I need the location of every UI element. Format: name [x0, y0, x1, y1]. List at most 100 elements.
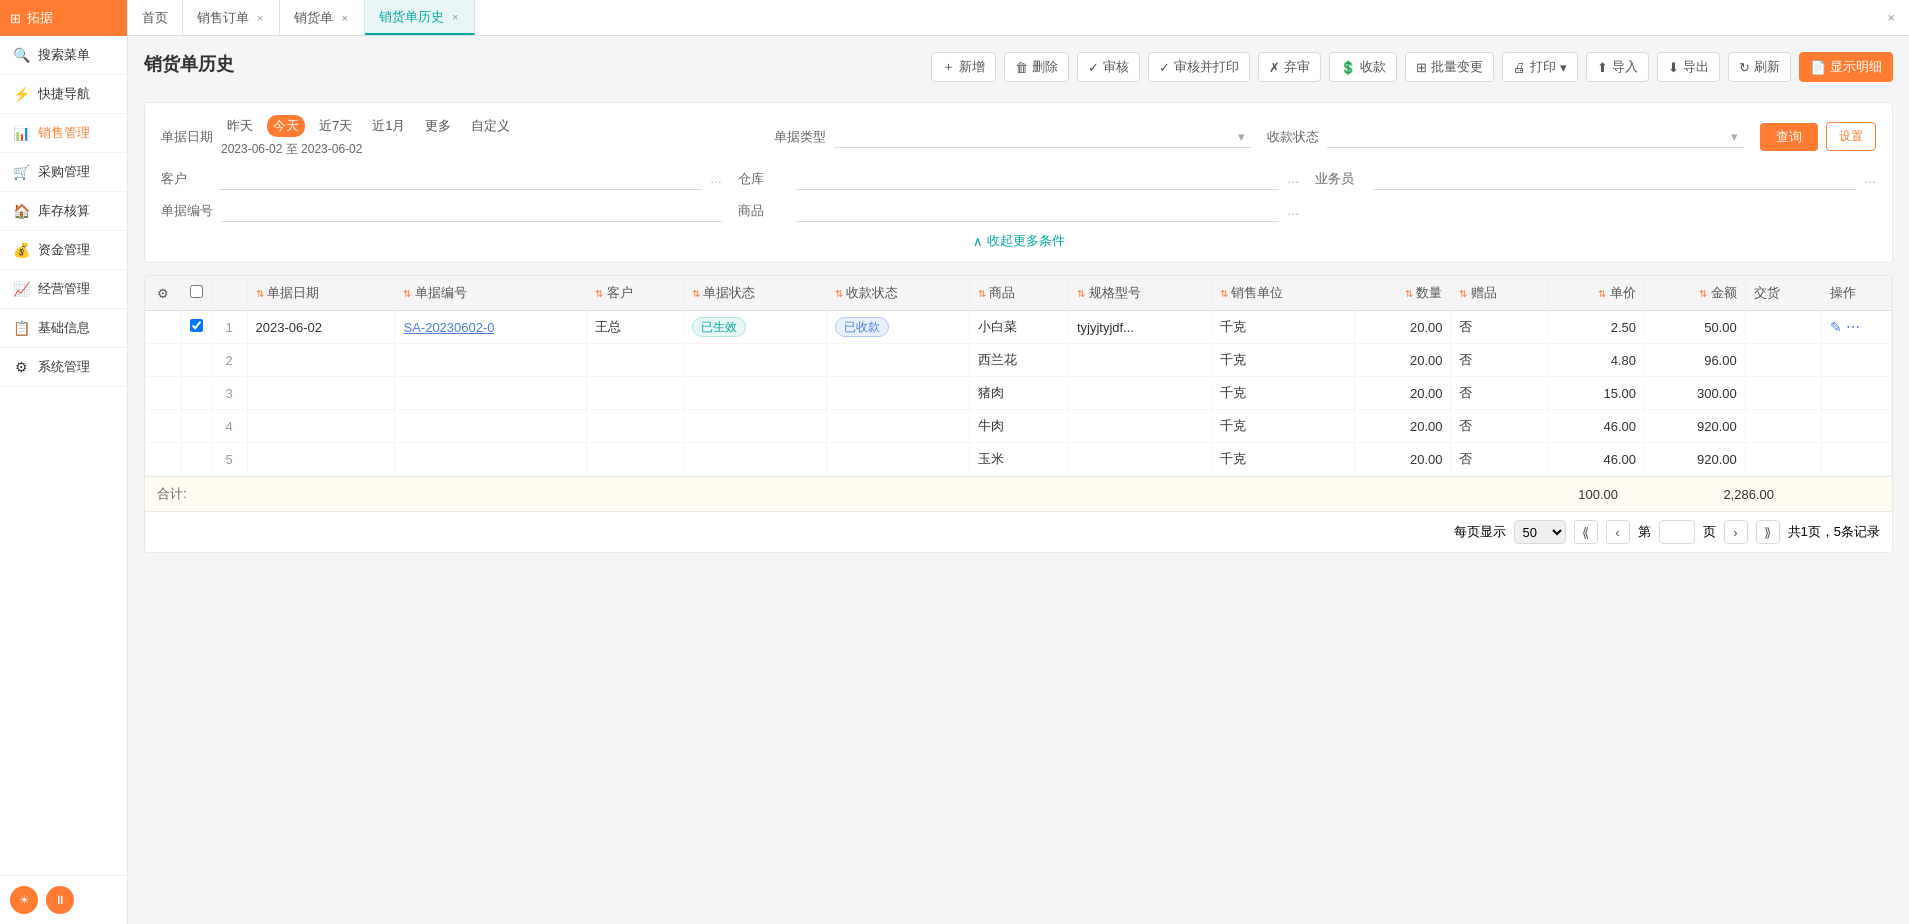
filter-customer: 客户 … — [161, 168, 722, 190]
export-button[interactable]: ⬇ 导出 — [1657, 52, 1720, 82]
date-tab-more[interactable]: 更多 — [419, 115, 457, 137]
audit-button[interactable]: ✓ 审核 — [1077, 52, 1140, 82]
page-input[interactable]: 1 — [1659, 520, 1695, 544]
th-doc-status[interactable]: ⇅ 单据状态 — [683, 276, 826, 311]
sidebar-item-quick-nav[interactable]: ⚡ 快捷导航 — [0, 75, 127, 114]
cell-action — [1822, 410, 1892, 443]
sidebar-item-sales-mgmt[interactable]: 📊 销售管理 — [0, 114, 127, 153]
date-tab-today[interactable]: 今天 — [267, 115, 305, 137]
cell-check[interactable] — [181, 344, 211, 377]
doc-no-link[interactable]: SA-20230602-0 — [403, 320, 494, 335]
tab-sales-order-close[interactable]: × — [255, 11, 265, 25]
audit-print-button[interactable]: ✓ 审核并打印 — [1148, 52, 1250, 82]
batch-change-button[interactable]: ⊞ 批量变更 — [1405, 52, 1494, 82]
tab-sales-history[interactable]: 销货单历史 × — [365, 0, 475, 35]
th-date[interactable]: ⇅ 单据日期 — [247, 276, 395, 311]
query-button[interactable]: 查询 — [1760, 123, 1818, 151]
th-check[interactable] — [181, 276, 211, 311]
warehouse-picker-btn[interactable]: … — [1287, 172, 1299, 186]
cell-check[interactable] — [181, 443, 211, 476]
tab-sales-delivery[interactable]: 销货单 × — [280, 0, 364, 35]
th-price[interactable]: ⇅ 单价 — [1548, 276, 1645, 311]
date-tab-custom[interactable]: 自定义 — [465, 115, 516, 137]
sidebar-item-inventory-calc[interactable]: 🏠 库存核算 — [0, 192, 127, 231]
delete-button[interactable]: 🗑 删除 — [1004, 52, 1069, 82]
th-unit[interactable]: ⇅ 销售单位 — [1211, 276, 1354, 311]
th-gear[interactable]: ⚙ — [145, 276, 181, 311]
display-detail-button[interactable]: 📄 显示明细 — [1799, 52, 1893, 82]
import-button[interactable]: ⬆ 导入 — [1586, 52, 1649, 82]
sort-icon: ⇅ — [835, 288, 843, 299]
page-suffix: 页 — [1703, 523, 1716, 541]
payment-status-select[interactable]: ▾ — [1327, 126, 1744, 148]
per-page-select[interactable]: 50 100 200 — [1514, 520, 1566, 544]
th-delivery[interactable]: 交货 — [1745, 276, 1821, 311]
collapse-filter-btn[interactable]: ∧ 收起更多条件 — [161, 232, 1876, 250]
warehouse-input[interactable] — [796, 168, 1279, 190]
customer-picker-btn[interactable]: … — [710, 172, 722, 186]
print-button[interactable]: 🖨 打印 ▾ — [1502, 52, 1578, 82]
tab-sales-order[interactable]: 销售订单 × — [183, 0, 280, 35]
sidebar-item-operations-mgmt[interactable]: 📈 经营管理 — [0, 270, 127, 309]
sidebar-item-purchase-mgmt[interactable]: 🛒 采购管理 — [0, 153, 127, 192]
cell-amount: 96.00 — [1645, 344, 1746, 377]
date-tab-7days[interactable]: 近7天 — [313, 115, 358, 137]
sidebar-item-basic-info[interactable]: 📋 基础信息 — [0, 309, 127, 348]
filter-goods: 商品 … — [738, 200, 1299, 222]
tab-home[interactable]: 首页 — [128, 0, 183, 35]
sidebar-item-sys-mgmt[interactable]: ⚙ 系统管理 — [0, 348, 127, 387]
pay-status-badge: 已收款 — [835, 317, 889, 337]
goods-input[interactable] — [796, 200, 1279, 222]
settings-button[interactable]: 设置 — [1826, 122, 1876, 151]
th-goods[interactable]: ⇅ 商品 — [969, 276, 1068, 311]
tab-sales-delivery-close[interactable]: × — [339, 11, 349, 25]
cell-num: 2 — [211, 344, 247, 377]
discard-button[interactable]: ✗ 弃审 — [1258, 52, 1321, 82]
cell-check[interactable] — [181, 377, 211, 410]
tab-sales-history-close[interactable]: × — [450, 10, 460, 24]
last-page-btn[interactable]: ⟫ — [1756, 520, 1780, 544]
sidebar-item-search-menu[interactable]: 🔍 搜索菜单 — [0, 36, 127, 75]
first-page-btn[interactable]: ⟪ — [1574, 520, 1598, 544]
cell-check[interactable] — [181, 410, 211, 443]
next-page-btn[interactable]: › — [1724, 520, 1748, 544]
edit-icon[interactable]: ✎ — [1830, 319, 1842, 335]
cell-goods: 猪肉 — [969, 377, 1068, 410]
th-pay-status[interactable]: ⇅ 收款状态 — [826, 276, 969, 311]
date-tab-1month[interactable]: 近1月 — [366, 115, 411, 137]
prev-page-btn[interactable]: ‹ — [1606, 520, 1630, 544]
sidebar-footer-btn-1[interactable]: ☀ — [10, 886, 38, 914]
cell-check[interactable] — [181, 311, 211, 344]
print-dropdown-icon: ▾ — [1560, 60, 1567, 75]
th-customer[interactable]: ⇅ 客户 — [587, 276, 684, 311]
filter-date: 单据日期 昨天 今天 近7天 近1月 更多 自定义 2023-06-02 至 2… — [161, 115, 758, 158]
th-gift[interactable]: ⇅ 赠品 — [1451, 276, 1548, 311]
customer-input[interactable] — [219, 168, 702, 190]
row-checkbox[interactable] — [190, 319, 203, 332]
add-button[interactable]: ＋ 新增 — [931, 52, 996, 82]
refresh-button[interactable]: ↻ 刷新 — [1728, 52, 1791, 82]
select-all-checkbox[interactable] — [190, 285, 203, 298]
refresh-icon: ↻ — [1739, 60, 1750, 75]
collect-button[interactable]: 💲 收款 — [1329, 52, 1397, 82]
date-tab-yesterday[interactable]: 昨天 — [221, 115, 259, 137]
doc-number-input[interactable] — [221, 200, 722, 222]
table-row: 3 猪肉 千克 20.00 否 15.00 300.00 — [145, 377, 1892, 410]
date-range-picker: 昨天 今天 近7天 近1月 更多 自定义 2023-06-02 至 2023-0… — [221, 115, 516, 158]
salesperson-picker-btn[interactable]: … — [1864, 172, 1876, 186]
th-qty[interactable]: ⇅ 数量 — [1354, 276, 1451, 311]
more-icon[interactable]: ⋯ — [1846, 319, 1860, 335]
cell-date — [247, 344, 395, 377]
filter-actions: 查询 设置 — [1760, 122, 1876, 151]
sidebar-footer-btn-2[interactable]: ⏸ — [46, 886, 74, 914]
doc-type-select[interactable]: ▾ — [834, 126, 1251, 148]
tab-home-label: 首页 — [142, 9, 168, 27]
window-close-btn[interactable]: × — [1873, 10, 1909, 25]
th-doc-no[interactable]: ⇅ 单据编号 — [395, 276, 587, 311]
goods-picker-btn[interactable]: … — [1287, 204, 1299, 218]
th-spec[interactable]: ⇅ 规格型号 — [1068, 276, 1211, 311]
salesperson-input[interactable] — [1373, 168, 1856, 190]
cell-date — [247, 377, 395, 410]
sidebar-item-finance-mgmt[interactable]: 💰 资金管理 — [0, 231, 127, 270]
th-amount[interactable]: ⇅ 金额 — [1645, 276, 1746, 311]
